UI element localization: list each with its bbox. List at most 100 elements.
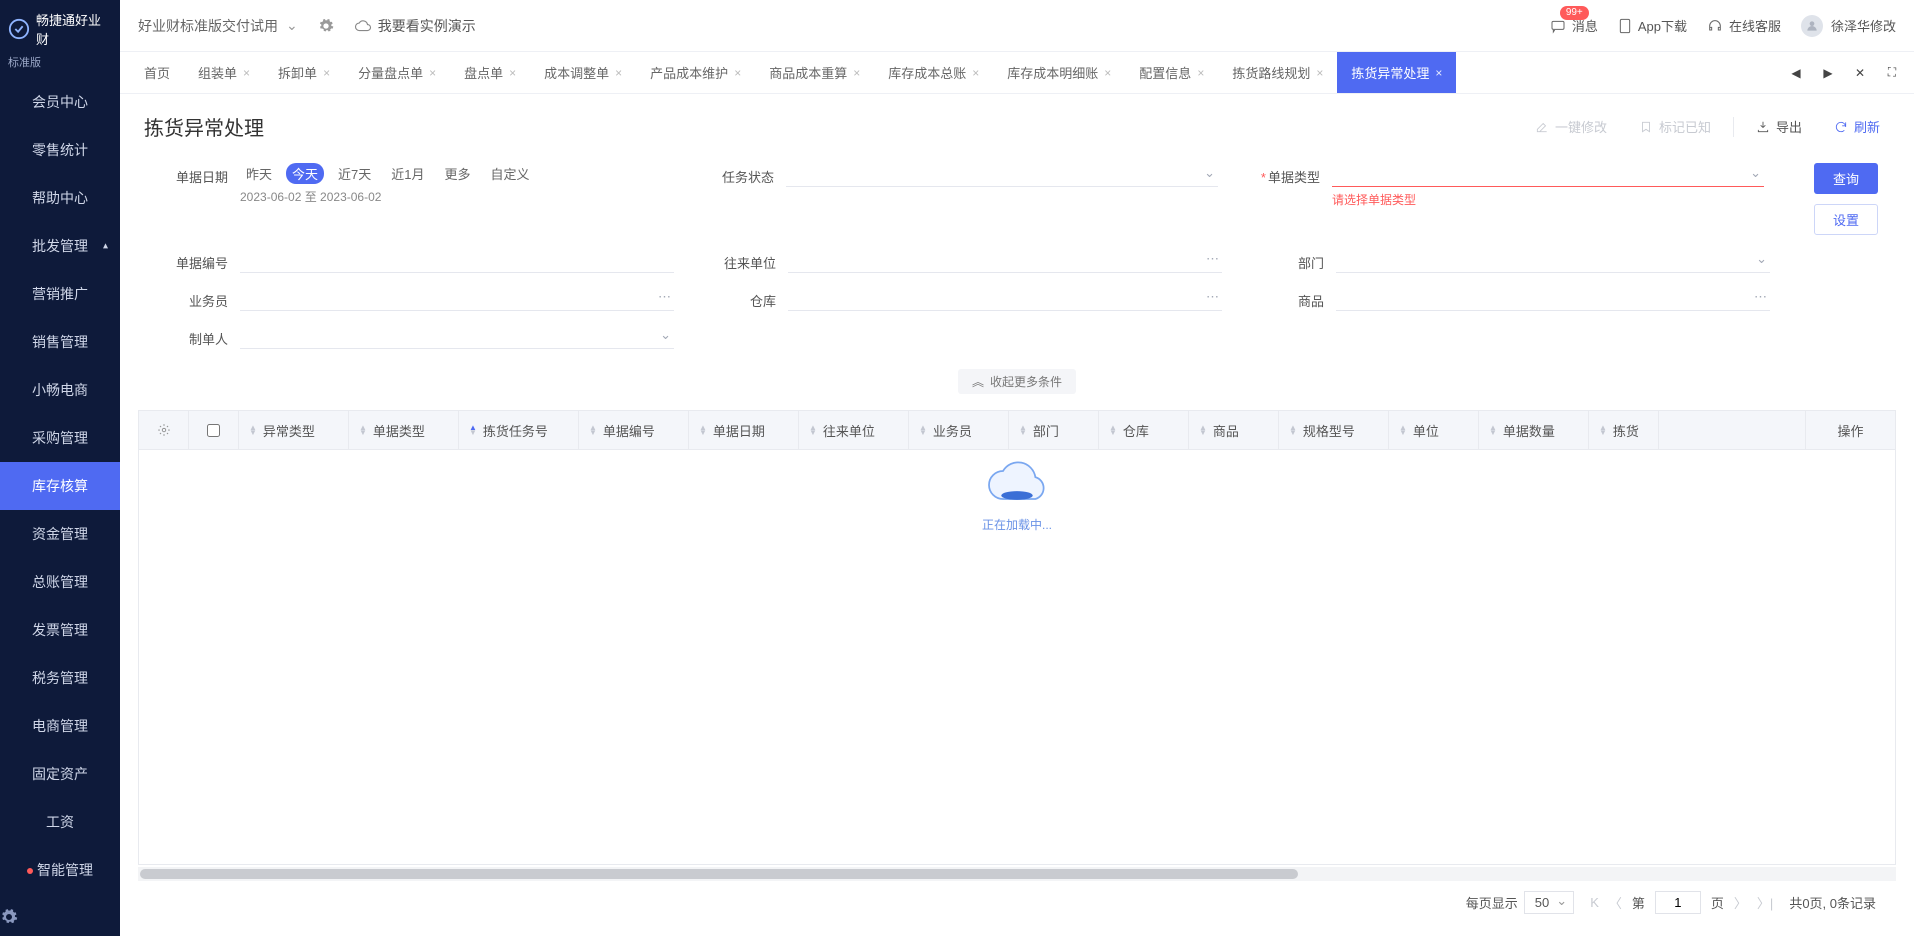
sort-icon[interactable]: ▲▼ [699, 425, 707, 435]
sidebar-item-13[interactable]: 电商管理 [0, 702, 120, 750]
settings-button[interactable]: 设置 [1814, 204, 1878, 235]
tab-close-icon[interactable]: × [243, 66, 250, 80]
sort-icon[interactable]: ▲▼ [359, 425, 367, 435]
more-icon[interactable]: ⋯ [658, 289, 672, 305]
tab-4[interactable]: 盘点单× [450, 52, 530, 93]
table-settings-button[interactable] [139, 411, 189, 449]
col-1[interactable]: ▲▼单据类型 [349, 411, 459, 449]
sidebar-item-11[interactable]: 发票管理 [0, 606, 120, 654]
date-opt-more[interactable]: 更多 [439, 163, 477, 184]
page-size-select[interactable]: 50 [1524, 891, 1574, 914]
tab-3[interactable]: 分量盘点单× [344, 52, 450, 93]
horizontal-scrollbar[interactable] [138, 867, 1896, 881]
tab-close-icon[interactable]: × [1316, 66, 1323, 80]
more-icon[interactable]: ⋯ [1754, 289, 1768, 305]
col-9[interactable]: ▲▼商品 [1189, 411, 1279, 449]
doc-type-select[interactable] [1332, 163, 1764, 187]
sort-icon[interactable]: ▲▼ [1489, 425, 1497, 435]
col-8[interactable]: ▲▼仓库 [1099, 411, 1189, 449]
date-opt-custom[interactable]: 自定义 [485, 163, 536, 184]
sort-icon[interactable]: ▲▼ [809, 425, 817, 435]
tabs-scroll-right[interactable]: ▶ [1814, 59, 1842, 87]
tab-close-icon[interactable]: × [323, 66, 330, 80]
product-switcher[interactable]: 好业财标准版交付试用 ⌄ [138, 16, 298, 36]
col-3[interactable]: ▲▼单据编号 [579, 411, 689, 449]
date-opt-today[interactable]: 今天 [286, 163, 324, 184]
doc-no-input[interactable] [240, 249, 674, 273]
sort-icon[interactable]: ▲▼ [1599, 425, 1607, 435]
tab-2[interactable]: 拆卸单× [264, 52, 344, 93]
demo-link[interactable]: 我要看实例演示 [354, 16, 476, 36]
tabs-scroll-left[interactable]: ◀ [1782, 59, 1810, 87]
sidebar-item-2[interactable]: 帮助中心 [0, 174, 120, 222]
sidebar-item-14[interactable]: 固定资产 [0, 750, 120, 798]
sort-icon[interactable]: ▲▼ [1199, 425, 1207, 435]
tab-close-icon[interactable]: × [853, 66, 860, 80]
col-4[interactable]: ▲▼单据日期 [689, 411, 799, 449]
sort-icon[interactable]: ▲▼ [589, 425, 597, 435]
tab-11[interactable]: 拣货路线规划× [1218, 52, 1337, 93]
col-12[interactable]: ▲▼单据数量 [1479, 411, 1589, 449]
task-status-select[interactable] [786, 163, 1218, 187]
sidebar-item-1[interactable]: 零售统计 [0, 126, 120, 174]
checkbox[interactable] [207, 424, 220, 437]
tab-close-icon[interactable]: × [734, 66, 741, 80]
col-5[interactable]: ▲▼往来单位 [799, 411, 909, 449]
tab-close-icon[interactable]: × [1197, 66, 1204, 80]
tab-close-icon[interactable]: × [615, 66, 622, 80]
select-all-checkbox[interactable] [189, 411, 239, 449]
sidebar-item-7[interactable]: 采购管理 [0, 414, 120, 462]
col-2[interactable]: ▲▼拣货任务号 [459, 411, 579, 449]
partner-input[interactable] [788, 249, 1222, 273]
sidebar-item-12[interactable]: 税务管理 [0, 654, 120, 702]
tab-0[interactable]: 首页 [130, 52, 184, 93]
tabs-fullscreen[interactable]: ⛶ [1878, 59, 1906, 87]
customer-service[interactable]: 在线客服 [1707, 16, 1781, 35]
sort-icon[interactable]: ▲▼ [1289, 425, 1297, 435]
refresh-button[interactable]: 刷新 [1824, 113, 1890, 140]
gear-icon[interactable] [318, 18, 334, 34]
sidebar-item-15[interactable]: 工资 [0, 798, 120, 846]
col-0[interactable]: ▲▼异常类型 [239, 411, 349, 449]
tab-10[interactable]: 配置信息× [1125, 52, 1218, 93]
sidebar-item-0[interactable]: 会员中心 [0, 78, 120, 126]
pager-page-input[interactable] [1655, 891, 1701, 914]
more-icon[interactable]: ⋯ [1206, 251, 1220, 267]
col-13[interactable]: ▲▼拣货 [1589, 411, 1659, 449]
tab-8[interactable]: 库存成本总账× [874, 52, 993, 93]
tab-close-icon[interactable]: × [1104, 66, 1111, 80]
col-11[interactable]: ▲▼单位 [1389, 411, 1479, 449]
pager-prev[interactable]: 〈 [1609, 893, 1622, 912]
tab-6[interactable]: 产品成本维护× [636, 52, 755, 93]
tab-9[interactable]: 库存成本明细账× [993, 52, 1125, 93]
tab-close-icon[interactable]: × [509, 66, 516, 80]
col-10[interactable]: ▲▼规格型号 [1279, 411, 1389, 449]
chevron-down-icon[interactable]: ⌄ [1750, 165, 1762, 181]
sidebar-item-5[interactable]: 销售管理 [0, 318, 120, 366]
tab-close-icon[interactable]: × [1435, 66, 1442, 80]
maker-select[interactable] [240, 325, 674, 349]
sort-icon[interactable]: ▲▼ [469, 425, 477, 435]
search-button[interactable]: 查询 [1814, 163, 1878, 194]
settings-icon[interactable] [0, 908, 18, 926]
tab-1[interactable]: 组装单× [184, 52, 264, 93]
sidebar-item-8[interactable]: 库存核算 [0, 462, 120, 510]
col-6[interactable]: ▲▼业务员 [909, 411, 1009, 449]
sidebar-item-4[interactable]: 营销推广 [0, 270, 120, 318]
tabs-close-all[interactable]: ✕ [1846, 59, 1874, 87]
tab-close-icon[interactable]: × [429, 66, 436, 80]
sort-icon[interactable]: ▲▼ [1019, 425, 1027, 435]
tab-7[interactable]: 商品成本重算× [755, 52, 874, 93]
dept-select[interactable] [1336, 249, 1770, 273]
date-opt-yesterday[interactable]: 昨天 [240, 163, 278, 184]
sidebar-item-9[interactable]: 资金管理 [0, 510, 120, 558]
date-opt-week[interactable]: 近7天 [332, 163, 377, 184]
tab-12[interactable]: 拣货异常处理× [1337, 52, 1456, 93]
user-menu[interactable]: 徐泽华修改 [1801, 15, 1896, 37]
salesman-input[interactable] [240, 287, 674, 311]
sidebar-item-17[interactable]: 经营管理 [0, 894, 120, 898]
chevron-down-icon[interactable]: ⌄ [660, 327, 672, 343]
messages[interactable]: 99+ 消息 [1550, 16, 1598, 35]
app-download[interactable]: App下载 [1618, 16, 1687, 35]
chevron-down-icon[interactable]: ⌄ [1756, 251, 1768, 267]
